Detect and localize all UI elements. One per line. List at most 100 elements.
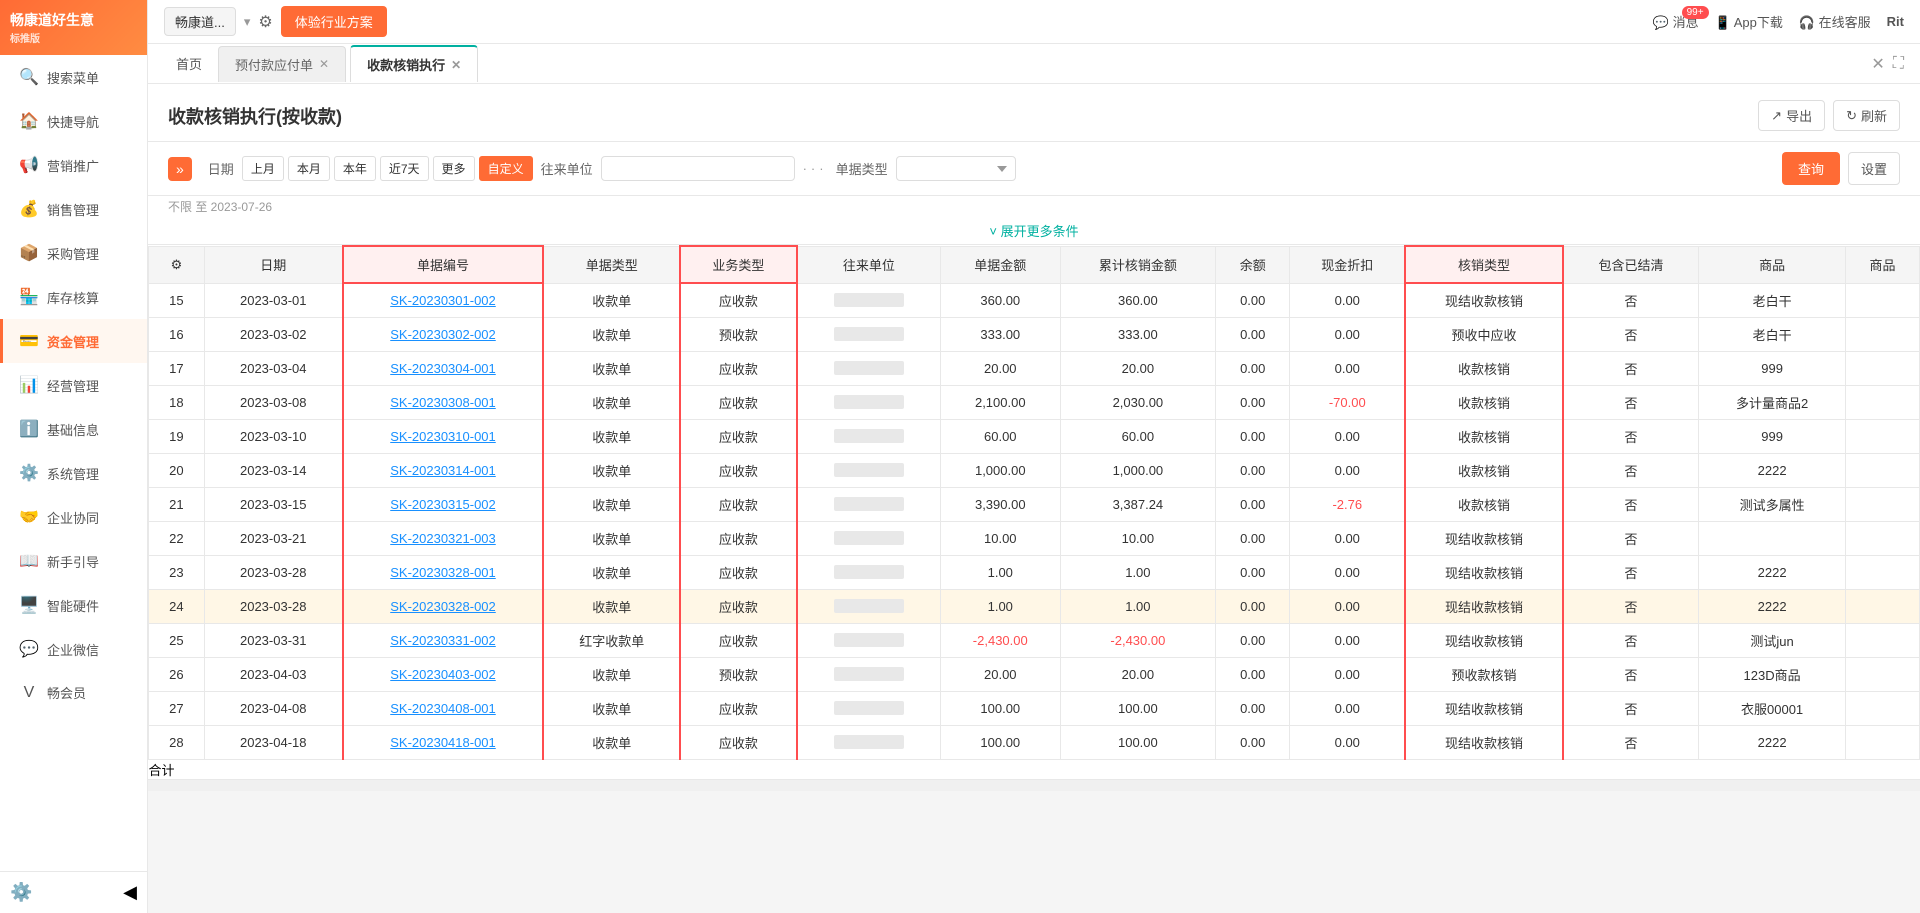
table-row[interactable]: 19 2023-03-10 SK-20230310-001 收款单 应收款 60… <box>149 420 1920 454</box>
table-row[interactable]: 20 2023-03-14 SK-20230314-001 收款单 应收款 1,… <box>149 454 1920 488</box>
collapse-icon[interactable]: ◀ <box>123 882 137 903</box>
cell-doc-no[interactable]: SK-20230304-001 <box>343 352 544 386</box>
cell-doc-no[interactable]: SK-20230310-001 <box>343 420 544 454</box>
expand-more-btn[interactable]: ˅ 展开更多条件 <box>989 221 1078 240</box>
cell-write-off-type: 现结收款核销 <box>1405 624 1562 658</box>
tab-prepay-close[interactable]: ✕ <box>319 57 329 71</box>
sidebar-item-inventory[interactable]: 🏪 库存核算 <box>0 275 147 319</box>
table-row[interactable]: 15 2023-03-01 SK-20230301-002 收款单 应收款 36… <box>149 283 1920 318</box>
table-row[interactable]: 16 2023-03-02 SK-20230302-002 收款单 预收款 33… <box>149 318 1920 352</box>
cell-doc-no[interactable]: SK-20230408-001 <box>343 692 544 726</box>
date-this-month-btn[interactable]: 本月 <box>288 156 330 181</box>
cell-doc-no[interactable]: SK-20230301-002 <box>343 283 544 318</box>
cell-biz-type: 应收款 <box>680 420 796 454</box>
sidebar-item-marketing[interactable]: 📢 营销推广 <box>0 143 147 187</box>
filter-dots: ··· <box>803 161 828 176</box>
date-last-month-btn[interactable]: 上月 <box>242 156 284 181</box>
cell-doc-type: 收款单 <box>543 420 680 454</box>
sidebar-item-purchase[interactable]: 📦 采购管理 <box>0 231 147 275</box>
sidebar-item-system[interactable]: ⚙️ 系统管理 <box>0 451 147 495</box>
cell-product2 <box>1845 386 1919 420</box>
settings-icon[interactable]: ⚙️ <box>10 882 32 903</box>
cell-written-off: 100.00 <box>1060 726 1216 760</box>
tab-collection-close[interactable]: ✕ <box>451 58 461 72</box>
app-download-btn[interactable]: 📱 App下载 <box>1715 12 1783 31</box>
industry-btn[interactable]: 体验行业方案 <box>281 6 387 37</box>
cell-doc-no[interactable]: SK-20230321-003 <box>343 522 544 556</box>
sidebar-item-guide[interactable]: 📖 新手引导 <box>0 539 147 583</box>
table-row[interactable]: 21 2023-03-15 SK-20230315-002 收款单 应收款 3,… <box>149 488 1920 522</box>
cell-no: 24 <box>149 590 205 624</box>
gear-icon[interactable]: ⚙ <box>258 12 272 32</box>
partner-input[interactable] <box>601 156 795 181</box>
date-7days-btn[interactable]: 近7天 <box>380 156 429 181</box>
cell-date: 2023-03-14 <box>204 454 342 488</box>
sidebar-item-search[interactable]: 🔍 搜索菜单 <box>0 55 147 99</box>
cell-doc-no[interactable]: SK-20230328-002 <box>343 590 544 624</box>
sidebar-item-quick[interactable]: 🏠 快捷导航 <box>0 99 147 143</box>
cell-doc-no[interactable]: SK-20230403-002 <box>343 658 544 692</box>
cell-no: 18 <box>149 386 205 420</box>
close-all-icon[interactable]: ✕ <box>1871 54 1884 74</box>
cell-product2 <box>1845 318 1919 352</box>
message-btn[interactable]: 💬 消息 99+ <box>1653 12 1699 31</box>
sidebar-item-wechat[interactable]: 💬 企业微信 <box>0 627 147 671</box>
user-avatar[interactable]: Rit <box>1887 14 1904 29</box>
cell-doc-type: 收款单 <box>543 590 680 624</box>
table-row[interactable]: 28 2023-04-18 SK-20230418-001 收款单 应收款 10… <box>149 726 1920 760</box>
refresh-btn[interactable]: ↻ 刷新 <box>1833 100 1900 131</box>
sidebar-item-finance[interactable]: 💳 资金管理 <box>0 319 147 363</box>
sales-icon: 💰 <box>19 199 39 219</box>
sidebar-item-member[interactable]: V 畅会员 <box>0 671 147 714</box>
date-custom-btn[interactable]: 自定义 <box>479 156 533 181</box>
cell-doc-no[interactable]: SK-20230418-001 <box>343 726 544 760</box>
export-btn[interactable]: ↗ 导出 <box>1758 100 1825 131</box>
table-row[interactable]: 17 2023-03-04 SK-20230304-001 收款单 应收款 20… <box>149 352 1920 386</box>
table-row[interactable]: 23 2023-03-28 SK-20230328-001 收款单 应收款 1.… <box>149 556 1920 590</box>
cell-included: 否 <box>1563 386 1699 420</box>
cell-product2 <box>1845 692 1919 726</box>
fullscreen-icon[interactable]: ⛶ <box>1893 55 1904 73</box>
date-this-year-btn[interactable]: 本年 <box>334 156 376 181</box>
table-row[interactable]: 26 2023-04-03 SK-20230403-002 收款单 预收款 20… <box>149 658 1920 692</box>
filter-toggle-btn[interactable]: » <box>168 157 192 181</box>
tab-prepay[interactable]: 预付款应付单 ✕ <box>218 46 346 82</box>
sidebar-item-business[interactable]: 📊 经营管理 <box>0 363 147 407</box>
date-more-btn[interactable]: 更多 <box>433 156 475 181</box>
cell-date: 2023-04-08 <box>204 692 342 726</box>
table-row[interactable]: 27 2023-04-08 SK-20230408-001 收款单 应收款 10… <box>149 692 1920 726</box>
sidebar-item-hardware[interactable]: 🖥️ 智能硬件 <box>0 583 147 627</box>
query-btn[interactable]: 查询 <box>1782 152 1840 185</box>
cell-doc-no[interactable]: SK-20230331-002 <box>343 624 544 658</box>
th-doc-type: 单据类型 <box>543 246 680 283</box>
cell-doc-no[interactable]: SK-20230314-001 <box>343 454 544 488</box>
cell-doc-no[interactable]: SK-20230302-002 <box>343 318 544 352</box>
cell-partner <box>797 624 941 658</box>
th-gear[interactable]: ⚙ <box>149 246 205 283</box>
tab-collection[interactable]: 收款核销执行 ✕ <box>350 45 478 82</box>
settings-btn[interactable]: 设置 <box>1848 152 1900 185</box>
table-row[interactable]: 25 2023-03-31 SK-20230331-002 红字收款单 应收款 … <box>149 624 1920 658</box>
sidebar-logo: 畅康道好生意 标推版 <box>0 0 147 55</box>
doc-type-select[interactable] <box>896 156 1016 181</box>
cell-written-off: 1.00 <box>1060 556 1216 590</box>
tab-home[interactable]: 首页 <box>164 46 214 81</box>
cell-doc-type: 收款单 <box>543 283 680 318</box>
online-service-btn[interactable]: 🎧 在线客服 <box>1799 12 1871 31</box>
table-row[interactable]: 18 2023-03-08 SK-20230308-001 收款单 应收款 2,… <box>149 386 1920 420</box>
inventory-icon: 🏪 <box>19 287 39 307</box>
horizontal-scrollbar[interactable] <box>148 779 1920 791</box>
chevron-down-icon[interactable]: ▾ <box>244 14 251 30</box>
sidebar-item-basic[interactable]: ℹ️ 基础信息 <box>0 407 147 451</box>
org-selector[interactable]: 畅康道... <box>164 7 236 36</box>
cell-write-off-type: 预收款核销 <box>1405 658 1562 692</box>
cell-doc-no[interactable]: SK-20230328-001 <box>343 556 544 590</box>
cell-doc-no[interactable]: SK-20230315-002 <box>343 488 544 522</box>
sidebar-item-sales[interactable]: 💰 销售管理 <box>0 187 147 231</box>
table-row[interactable]: 24 2023-03-28 SK-20230328-002 收款单 应收款 1.… <box>149 590 1920 624</box>
cell-doc-no[interactable]: SK-20230308-001 <box>343 386 544 420</box>
table-row[interactable]: 22 2023-03-21 SK-20230321-003 收款单 应收款 10… <box>149 522 1920 556</box>
sidebar-item-corp[interactable]: 🤝 企业协同 <box>0 495 147 539</box>
main-area: 畅康道... ▾ ⚙ 体验行业方案 💬 消息 99+ 📱 App下载 🎧 在线客… <box>148 0 1920 913</box>
cell-discount: 0.00 <box>1290 352 1406 386</box>
